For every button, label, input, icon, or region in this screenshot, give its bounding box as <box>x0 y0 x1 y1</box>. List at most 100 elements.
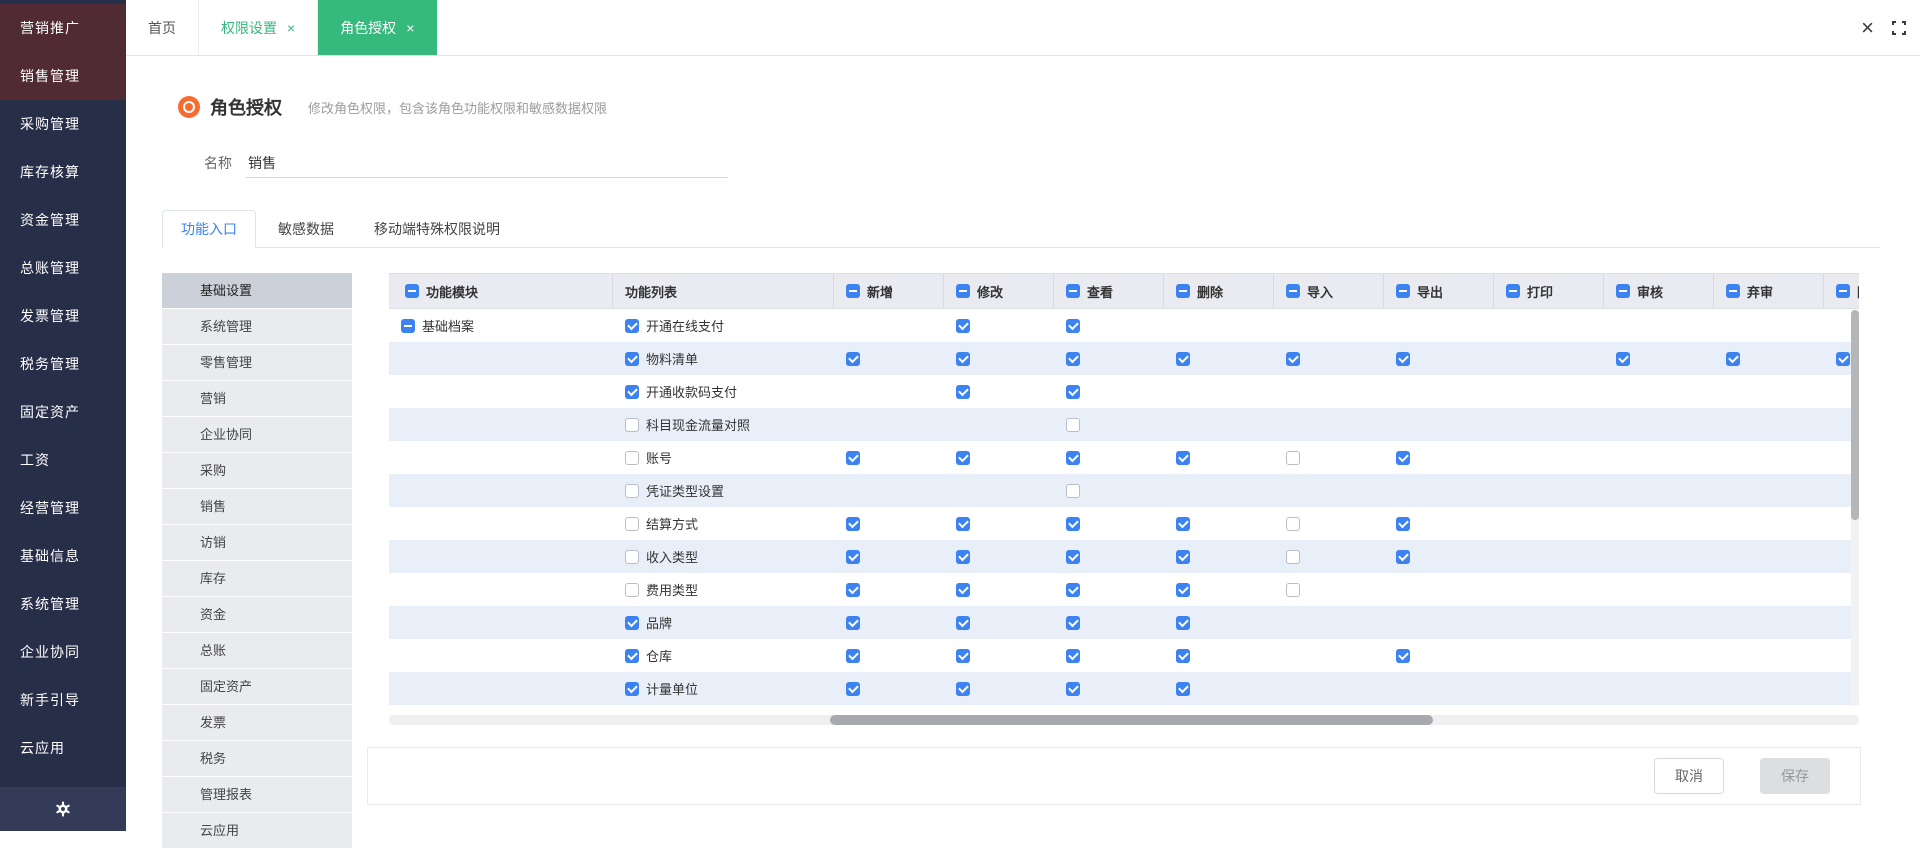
module-item[interactable]: 访销 <box>162 525 352 560</box>
vertical-scrollbar[interactable] <box>1851 310 1859 706</box>
perm-checkbox[interactable] <box>1066 385 1080 399</box>
perm-checkbox[interactable] <box>956 352 970 366</box>
save-button[interactable]: 保存 <box>1760 758 1830 794</box>
perm-checkbox[interactable] <box>1836 352 1850 366</box>
sidebar-item[interactable]: 固定资产 <box>0 388 126 436</box>
sidebar-item[interactable]: 税务管理 <box>0 340 126 388</box>
select-all-perm-checkbox[interactable] <box>1066 284 1080 298</box>
feature-checkbox[interactable] <box>625 682 639 696</box>
tabbar-tab[interactable]: 权限设置× <box>199 0 318 55</box>
feature-checkbox[interactable] <box>625 616 639 630</box>
perm-checkbox[interactable] <box>1396 451 1410 465</box>
close-icon[interactable]: × <box>1861 17 1874 39</box>
perm-checkbox[interactable] <box>1066 550 1080 564</box>
perm-checkbox[interactable] <box>1616 352 1630 366</box>
feature-checkbox[interactable] <box>625 451 639 465</box>
perm-checkbox[interactable] <box>1286 583 1300 597</box>
tab-close-icon[interactable]: × <box>287 21 295 35</box>
perm-checkbox[interactable] <box>956 517 970 531</box>
feature-checkbox[interactable] <box>625 517 639 531</box>
perm-checkbox[interactable] <box>846 550 860 564</box>
module-checkbox[interactable] <box>401 319 415 333</box>
cancel-button[interactable]: 取消 <box>1654 758 1724 794</box>
tabbar-tab[interactable]: 首页 <box>126 0 199 55</box>
select-all-perm-checkbox[interactable] <box>1506 284 1520 298</box>
tabbar-tab[interactable]: 角色授权× <box>318 0 437 55</box>
perm-checkbox[interactable] <box>1176 649 1190 663</box>
perm-checkbox[interactable] <box>1396 550 1410 564</box>
perm-checkbox[interactable] <box>846 682 860 696</box>
module-item[interactable]: 管理报表 <box>162 777 352 812</box>
perm-checkbox[interactable] <box>1066 616 1080 630</box>
select-all-module-checkbox[interactable] <box>405 284 419 298</box>
select-all-perm-checkbox[interactable] <box>1176 284 1190 298</box>
select-all-perm-checkbox[interactable] <box>1396 284 1410 298</box>
sidebar-item[interactable]: 系统管理 <box>0 580 126 628</box>
perm-checkbox[interactable] <box>1066 352 1080 366</box>
perm-checkbox[interactable] <box>956 649 970 663</box>
perm-checkbox[interactable] <box>1286 550 1300 564</box>
sidebar-item[interactable]: 基础信息 <box>0 532 126 580</box>
sidebar-item[interactable]: 资金管理 <box>0 196 126 244</box>
module-item[interactable]: 系统管理 <box>162 309 352 344</box>
perm-checkbox[interactable] <box>846 451 860 465</box>
sidebar-item[interactable]: 营销推广 <box>0 4 126 52</box>
module-item[interactable]: 销售 <box>162 489 352 524</box>
perm-checkbox[interactable] <box>1396 649 1410 663</box>
feature-checkbox[interactable] <box>625 352 639 366</box>
perm-checkbox[interactable] <box>1066 484 1080 498</box>
sidebar-item[interactable]: 云应用 <box>0 724 126 772</box>
module-item[interactable]: 采购 <box>162 453 352 488</box>
perm-checkbox[interactable] <box>1066 583 1080 597</box>
feature-checkbox[interactable] <box>625 319 639 333</box>
perm-checkbox[interactable] <box>1066 418 1080 432</box>
module-item[interactable]: 库存 <box>162 561 352 596</box>
select-all-perm-checkbox[interactable] <box>956 284 970 298</box>
perm-checkbox[interactable] <box>846 517 860 531</box>
select-all-perm-checkbox[interactable] <box>1726 284 1740 298</box>
tab-close-icon[interactable]: × <box>406 21 414 35</box>
settings-bar[interactable] <box>0 787 126 831</box>
perm-checkbox[interactable] <box>846 352 860 366</box>
perm-checkbox[interactable] <box>1176 583 1190 597</box>
perm-checkbox[interactable] <box>1066 319 1080 333</box>
perm-checkbox[interactable] <box>1066 682 1080 696</box>
perm-checkbox[interactable] <box>1176 616 1190 630</box>
vertical-scrollbar-thumb[interactable] <box>1851 310 1859 520</box>
perm-checkbox[interactable] <box>1176 682 1190 696</box>
select-all-perm-checkbox[interactable] <box>1616 284 1630 298</box>
perm-checkbox[interactable] <box>1396 352 1410 366</box>
perm-checkbox[interactable] <box>846 616 860 630</box>
perm-checkbox[interactable] <box>956 319 970 333</box>
module-item[interactable]: 零售管理 <box>162 345 352 380</box>
perm-checkbox[interactable] <box>1066 451 1080 465</box>
sidebar-item[interactable]: 工资 <box>0 436 126 484</box>
module-item[interactable]: 基础设置 <box>162 273 352 308</box>
permission-tab[interactable]: 移动端特殊权限说明 <box>356 211 518 247</box>
sidebar-item[interactable]: 新手引导 <box>0 676 126 724</box>
sidebar-item[interactable]: 销售管理 <box>0 52 126 100</box>
perm-checkbox[interactable] <box>846 649 860 663</box>
feature-checkbox[interactable] <box>625 385 639 399</box>
select-all-perm-checkbox[interactable] <box>1836 284 1850 298</box>
perm-checkbox[interactable] <box>1286 451 1300 465</box>
feature-checkbox[interactable] <box>625 550 639 564</box>
module-item[interactable]: 税务 <box>162 741 352 776</box>
perm-checkbox[interactable] <box>1286 352 1300 366</box>
feature-checkbox[interactable] <box>625 649 639 663</box>
feature-checkbox[interactable] <box>625 418 639 432</box>
module-item[interactable]: 发票 <box>162 705 352 740</box>
horizontal-scrollbar[interactable] <box>389 715 1859 725</box>
perm-checkbox[interactable] <box>1726 352 1740 366</box>
feature-checkbox[interactable] <box>625 484 639 498</box>
module-item[interactable]: 固定资产 <box>162 669 352 704</box>
sidebar-item[interactable]: 企业协同 <box>0 628 126 676</box>
sidebar-item[interactable]: 经营管理 <box>0 484 126 532</box>
module-item[interactable]: 企业协同 <box>162 417 352 452</box>
permission-tab[interactable]: 功能入口 <box>162 210 256 248</box>
perm-checkbox[interactable] <box>1176 550 1190 564</box>
perm-checkbox[interactable] <box>1176 517 1190 531</box>
perm-checkbox[interactable] <box>1176 352 1190 366</box>
perm-checkbox[interactable] <box>956 550 970 564</box>
module-item[interactable]: 资金 <box>162 597 352 632</box>
